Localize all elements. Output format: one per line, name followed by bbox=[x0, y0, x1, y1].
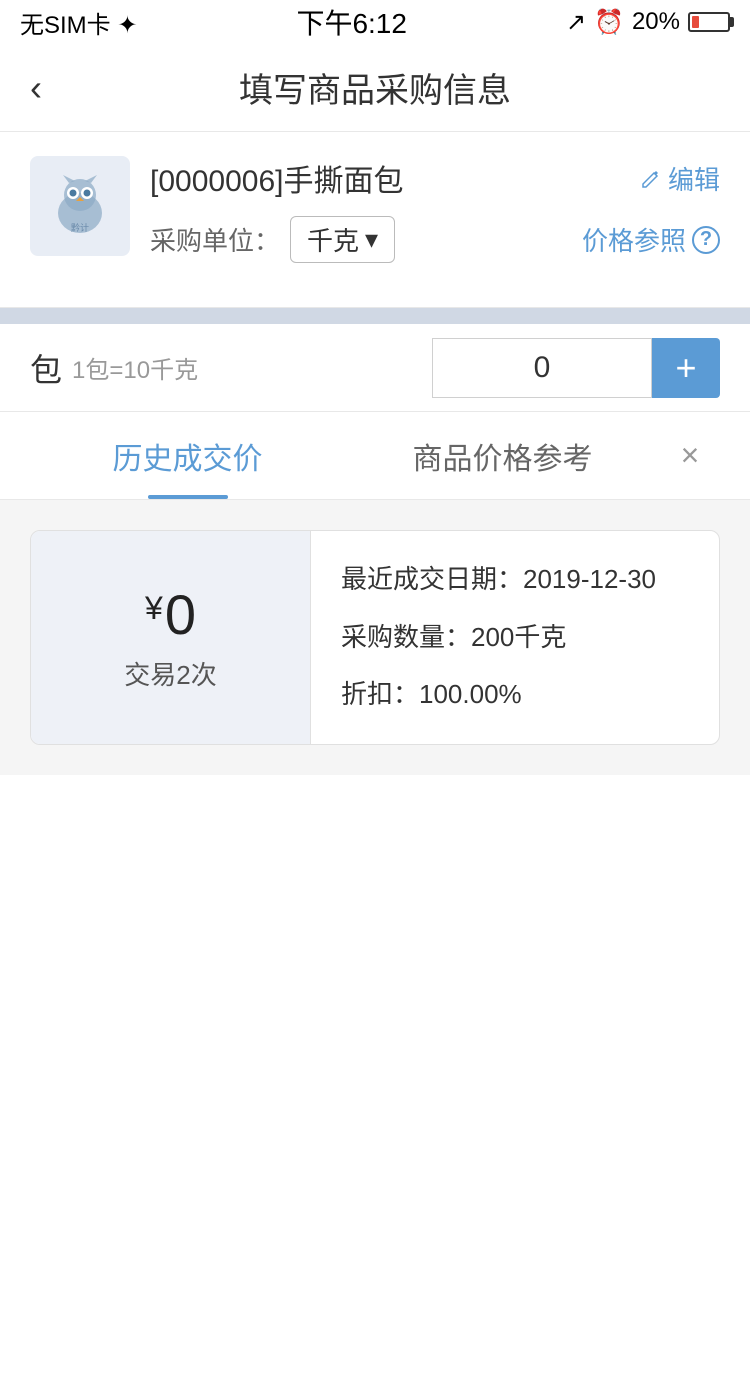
svg-text:黔计: 黔计 bbox=[71, 222, 89, 233]
status-bar: 无SIM卡 ✦ 下午6:12 ↗ ⏰ 20% bbox=[0, 0, 750, 44]
price-card-section: ¥ 0 交易2次 最近成交日期：2019-12-30 采购数量：200千克 折扣… bbox=[0, 500, 750, 775]
quantity-label: 包 1包=10千克 bbox=[30, 345, 198, 391]
currency-symbol: ¥ bbox=[145, 590, 163, 627]
product-thumbnail: 黔计 bbox=[30, 156, 130, 256]
price-ref-button[interactable]: 价格参照 ? bbox=[582, 221, 720, 258]
product-logo-icon: 黔计 bbox=[45, 171, 115, 241]
edit-button[interactable]: 编辑 bbox=[640, 160, 720, 197]
recent-date-value: 2019-12-30 bbox=[523, 564, 656, 594]
price-amount: ¥ 0 bbox=[145, 582, 196, 647]
product-card: 黔计 [0000006]手撕面包 编辑 采购单位： bbox=[0, 132, 750, 308]
purchase-qty-row: 采购数量：200千克 bbox=[341, 617, 689, 659]
product-title: 手撕面包 bbox=[283, 165, 403, 198]
quantity-controls: 0 + bbox=[432, 338, 720, 398]
purchase-unit-label: 采购单位： bbox=[150, 221, 280, 258]
purchase-qty-label: 采购数量： bbox=[341, 622, 471, 652]
gray-separator bbox=[0, 308, 750, 324]
tab-active-underline bbox=[148, 495, 228, 499]
chevron-down-icon: ▾ bbox=[365, 224, 378, 255]
product-id: [0000006] bbox=[150, 165, 283, 198]
tab-history-price[interactable]: 历史成交价 bbox=[30, 412, 345, 499]
edit-icon bbox=[640, 167, 662, 189]
unit-dropdown[interactable]: 千克 ▾ bbox=[290, 216, 395, 263]
product-full-name: [0000006]手撕面包 bbox=[150, 156, 403, 200]
status-right: ↗ ⏰ 20% bbox=[566, 8, 730, 37]
carrier-text: 无SIM卡 ✦ bbox=[20, 5, 137, 40]
quantity-unit-label: 包 bbox=[30, 345, 62, 391]
purchase-unit-left: 采购单位： 千克 ▾ bbox=[150, 216, 395, 263]
product-info: [0000006]手撕面包 编辑 采购单位： 千克 ▾ bbox=[150, 156, 720, 263]
content-area bbox=[0, 775, 750, 1375]
tab-price-reference[interactable]: 商品价格参考 bbox=[345, 412, 660, 499]
discount-value: 100.00% bbox=[419, 679, 522, 709]
location-icon: ↗ bbox=[566, 8, 586, 37]
tab-close-button[interactable]: × bbox=[660, 426, 720, 486]
back-button[interactable]: ‹ bbox=[30, 67, 90, 109]
price-ref-label: 价格参照 bbox=[582, 221, 686, 258]
price-card-right: 最近成交日期：2019-12-30 采购数量：200千克 折扣：100.00% bbox=[311, 531, 719, 744]
quantity-value: 0 bbox=[534, 351, 551, 385]
purchase-unit-row: 采购单位： 千克 ▾ 价格参照 ? bbox=[150, 216, 720, 263]
alarm-icon: ⏰ bbox=[594, 8, 624, 37]
discount-row: 折扣：100.00% bbox=[341, 674, 689, 716]
transaction-count: 交易2次 bbox=[124, 655, 216, 692]
tabs-container: 历史成交价 商品价格参考 × bbox=[0, 412, 750, 500]
price-number: 0 bbox=[165, 582, 196, 647]
page-title: 填写商品采购信息 bbox=[239, 63, 511, 112]
battery-icon bbox=[688, 12, 730, 32]
unit-value: 千克 bbox=[307, 221, 359, 258]
recent-date-label: 最近成交日期： bbox=[341, 564, 523, 594]
quantity-input[interactable]: 0 bbox=[432, 338, 652, 398]
status-time: 下午6:12 bbox=[296, 2, 407, 42]
info-icon: ? bbox=[692, 226, 720, 254]
recent-date-row: 最近成交日期：2019-12-30 bbox=[341, 559, 689, 601]
quantity-row: 包 1包=10千克 0 + bbox=[0, 324, 750, 412]
purchase-qty-value: 200千克 bbox=[471, 622, 566, 652]
product-name-row: [0000006]手撕面包 编辑 bbox=[150, 156, 720, 200]
price-card: ¥ 0 交易2次 最近成交日期：2019-12-30 采购数量：200千克 折扣… bbox=[30, 530, 720, 745]
price-card-left: ¥ 0 交易2次 bbox=[31, 531, 311, 744]
discount-label: 折扣： bbox=[341, 679, 419, 709]
quantity-unit-hint: 1包=10千克 bbox=[72, 350, 198, 385]
nav-bar: ‹ 填写商品采购信息 bbox=[0, 44, 750, 132]
quantity-plus-button[interactable]: + bbox=[652, 338, 720, 398]
product-header: 黔计 [0000006]手撕面包 编辑 采购单位： bbox=[30, 156, 720, 263]
battery-percent: 20% bbox=[632, 8, 680, 36]
status-left: 无SIM卡 ✦ bbox=[20, 5, 137, 40]
